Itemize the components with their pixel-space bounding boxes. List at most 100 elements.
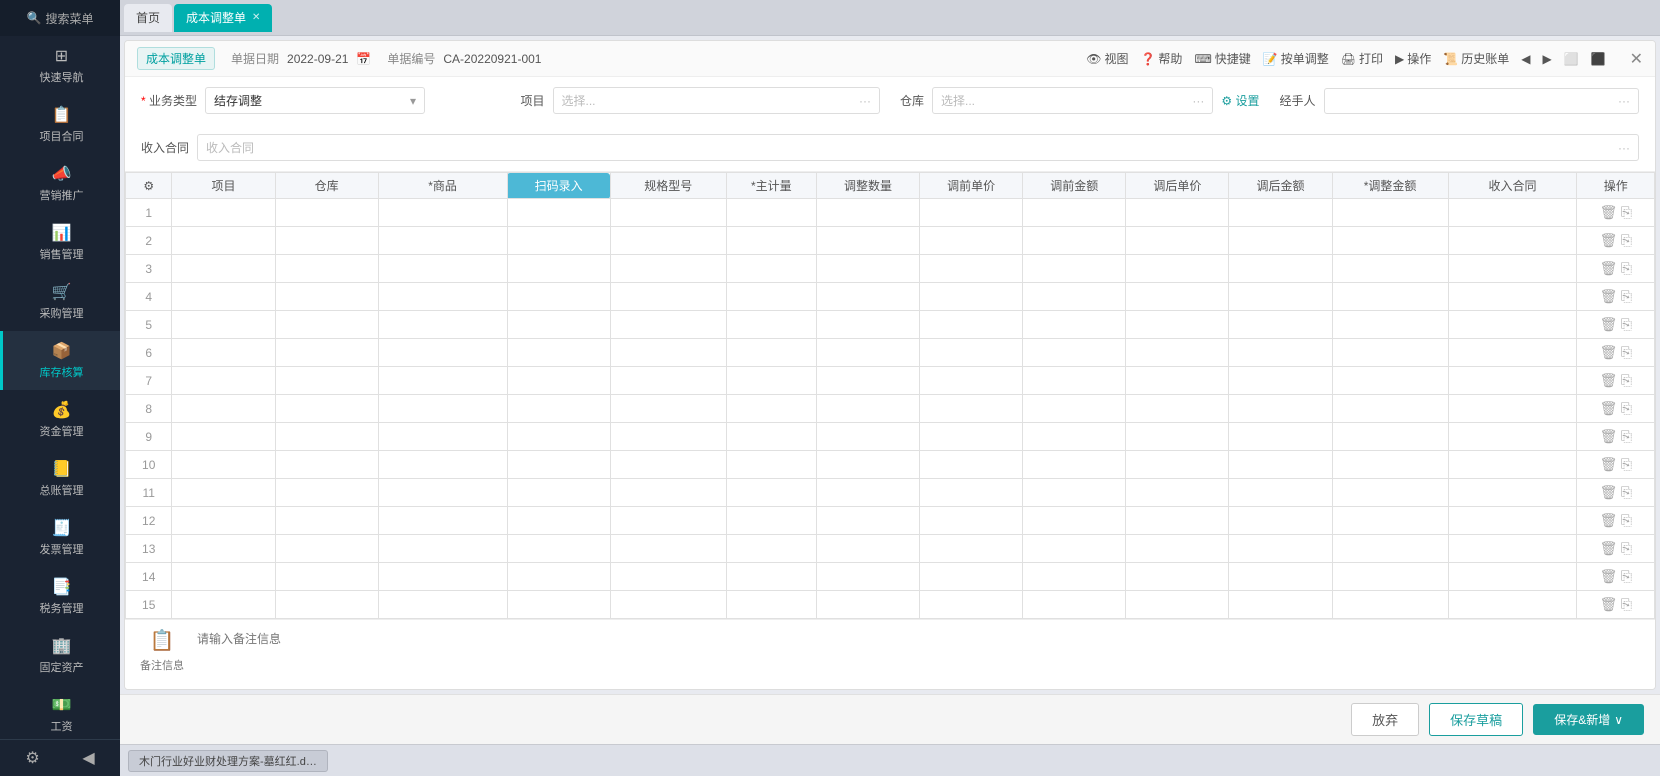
- warehouse-more-icon[interactable]: ···: [1192, 94, 1204, 108]
- sidebar-item-payroll[interactable]: 💵 工资: [0, 685, 120, 739]
- doc-action-nav-prev[interactable]: ◀: [1521, 52, 1530, 66]
- tab-home[interactable]: 首页: [124, 4, 172, 32]
- search-button[interactable]: 🔍 搜索菜单: [27, 10, 94, 27]
- income-contract-more-icon[interactable]: ···: [1618, 141, 1630, 155]
- doc-action-batch-edit[interactable]: 📝按单调整: [1263, 50, 1329, 67]
- th-scan[interactable]: 扫码录入: [507, 173, 610, 199]
- project-more-icon[interactable]: ···: [859, 94, 871, 108]
- copy-row-icon[interactable]: ⎘: [1621, 400, 1632, 416]
- income-contract-label: 收入合同: [141, 139, 189, 156]
- quick-nav-icon: ⊞: [55, 46, 68, 66]
- th-settings: ⚙: [126, 173, 172, 199]
- quick-nav-label: 快速导航: [40, 69, 84, 85]
- doc-action-help[interactable]: ❓帮助: [1140, 50, 1182, 67]
- delete-row-icon[interactable]: 🗑: [1600, 372, 1618, 388]
- doc-action-print[interactable]: 🖨打印: [1341, 50, 1383, 67]
- income-contract-input[interactable]: 收入合同 ···: [197, 134, 1639, 161]
- project-input[interactable]: 选择... ···: [553, 87, 880, 114]
- sidebar-item-tax-mgmt[interactable]: 📑 税务管理: [0, 567, 120, 626]
- copy-row-icon[interactable]: ⎘: [1621, 260, 1632, 276]
- sidebar-item-finance-mgmt[interactable]: 💰 资金管理: [0, 390, 120, 449]
- copy-row-icon[interactable]: ⎘: [1621, 316, 1632, 332]
- delete-row-icon[interactable]: 🗑: [1600, 568, 1618, 584]
- handler-input[interactable]: ···: [1324, 88, 1639, 114]
- doc-action-expand2[interactable]: ⬛: [1591, 52, 1606, 66]
- sidebar-item-fixed-assets[interactable]: 🏢 固定资产: [0, 626, 120, 685]
- sidebar-item-sales-mgmt[interactable]: 📊 销售管理: [0, 213, 120, 272]
- delete-row-icon[interactable]: 🗑: [1600, 316, 1618, 332]
- copy-row-icon[interactable]: ⎘: [1621, 596, 1632, 612]
- delete-row-icon[interactable]: 🗑: [1600, 596, 1618, 612]
- save-draft-button[interactable]: 保存草稿: [1429, 703, 1523, 736]
- taskbar: 木门行业好业财处理方案-墓红红.doc - WPS Office: [120, 744, 1660, 776]
- form-area: 业务类型 结存调整 ▾ 项目 选择... ··· 仓库 选择...: [125, 77, 1655, 172]
- sales-promo-icon: 📣: [52, 164, 72, 184]
- discard-button[interactable]: 放弃: [1351, 703, 1419, 736]
- handler-more-icon[interactable]: ···: [1618, 94, 1630, 108]
- copy-row-icon[interactable]: ⎘: [1621, 540, 1632, 556]
- help-icon: ❓: [1140, 52, 1155, 66]
- copy-row-icon[interactable]: ⎘: [1621, 372, 1632, 388]
- handler-label: 经手人: [1280, 92, 1316, 109]
- warehouse-input[interactable]: 选择... ···: [932, 87, 1213, 114]
- collapse-icon[interactable]: ◀: [82, 748, 94, 768]
- close-button[interactable]: ✕: [1630, 49, 1643, 69]
- th-operations: 操作: [1577, 173, 1655, 199]
- sidebar-item-sales-promo[interactable]: 📣 营销推广: [0, 154, 120, 213]
- project-placeholder: 选择...: [562, 92, 596, 109]
- delete-row-icon[interactable]: 🗑: [1600, 484, 1618, 500]
- copy-row-icon[interactable]: ⎘: [1621, 568, 1632, 584]
- delete-row-icon[interactable]: 🗑: [1600, 232, 1618, 248]
- delete-row-icon[interactable]: 🗑: [1600, 260, 1618, 276]
- remark-input[interactable]: [197, 628, 1643, 672]
- finance-mgmt-label: 资金管理: [40, 423, 84, 439]
- delete-row-icon[interactable]: 🗑: [1600, 540, 1618, 556]
- finance-mgmt-icon: 💰: [52, 400, 72, 420]
- remark-icon-block: 📋 备注信息: [137, 628, 187, 673]
- settings-icon[interactable]: ⚙: [25, 748, 39, 768]
- copy-row-icon[interactable]: ⎘: [1621, 232, 1632, 248]
- doc-meta-num: 单据编号 CA-20220921-001: [387, 50, 541, 67]
- table-row: 9 🗑 ⎘: [126, 423, 1655, 451]
- sidebar-item-invoice-mgmt[interactable]: 🧾 发票管理: [0, 508, 120, 567]
- sidebar-item-inventory[interactable]: 📦 库存核算: [0, 331, 120, 390]
- warehouse-row: 仓库 选择... ··· ⚙ 设置: [900, 87, 1260, 114]
- delete-row-icon[interactable]: 🗑: [1600, 204, 1618, 220]
- sidebar-bottom: ⚙ ◀: [0, 739, 120, 776]
- tab-cost-adjust-close[interactable]: ✕: [252, 12, 260, 23]
- doc-action-history[interactable]: 📜历史账单: [1443, 50, 1509, 67]
- sidebar-item-ledger-mgmt[interactable]: 📒 总账管理: [0, 449, 120, 508]
- copy-row-icon[interactable]: ⎘: [1621, 512, 1632, 528]
- copy-row-icon[interactable]: ⎘: [1621, 428, 1632, 444]
- doc-action-expand1[interactable]: ⬜: [1564, 52, 1579, 66]
- doc-action-view[interactable]: 👁视图: [1086, 50, 1128, 67]
- copy-row-icon[interactable]: ⎘: [1621, 204, 1632, 220]
- taskbar-item-wps[interactable]: 木门行业好业财处理方案-墓红红.doc - WPS Office: [128, 750, 328, 772]
- copy-row-icon[interactable]: ⎘: [1621, 344, 1632, 360]
- search-icon: 🔍: [27, 11, 42, 25]
- delete-row-icon[interactable]: 🗑: [1600, 428, 1618, 444]
- delete-row-icon[interactable]: 🗑: [1600, 456, 1618, 472]
- delete-row-icon[interactable]: 🗑: [1600, 400, 1618, 416]
- copy-row-icon[interactable]: ⎘: [1621, 484, 1632, 500]
- invoice-mgmt-label: 发票管理: [40, 541, 84, 557]
- tab-cost-adjust[interactable]: 成本调整单✕: [174, 4, 272, 32]
- sidebar-item-project-contract[interactable]: 📋 项目合同: [0, 95, 120, 154]
- biz-type-input[interactable]: 结存调整 ▾: [205, 87, 425, 114]
- th-product: *商品: [378, 173, 507, 199]
- sidebar-item-quick-nav[interactable]: ⊞ 快速导航: [0, 36, 120, 95]
- copy-row-icon[interactable]: ⎘: [1621, 456, 1632, 472]
- copy-row-icon[interactable]: ⎘: [1621, 288, 1632, 304]
- delete-row-icon[interactable]: 🗑: [1600, 344, 1618, 360]
- doc-action-operation[interactable]: ▶操作: [1395, 50, 1431, 67]
- doc-title-badge: 成本调整单: [137, 47, 215, 70]
- doc-action-nav-next[interactable]: ▶: [1542, 52, 1551, 66]
- doc-action-shortcut[interactable]: ⌨快捷键: [1194, 50, 1250, 67]
- delete-row-icon[interactable]: 🗑: [1600, 512, 1618, 528]
- sidebar-item-purchase-mgmt[interactable]: 🛒 采购管理: [0, 272, 120, 331]
- sidebar-search-area[interactable]: 🔍 搜索菜单: [0, 0, 120, 36]
- th-prev_amount: 调前金额: [1023, 173, 1126, 199]
- delete-row-icon[interactable]: 🗑: [1600, 288, 1618, 304]
- th-unit: *主计量: [726, 173, 816, 199]
- save-new-button[interactable]: 保存&新增 ∨: [1533, 704, 1644, 735]
